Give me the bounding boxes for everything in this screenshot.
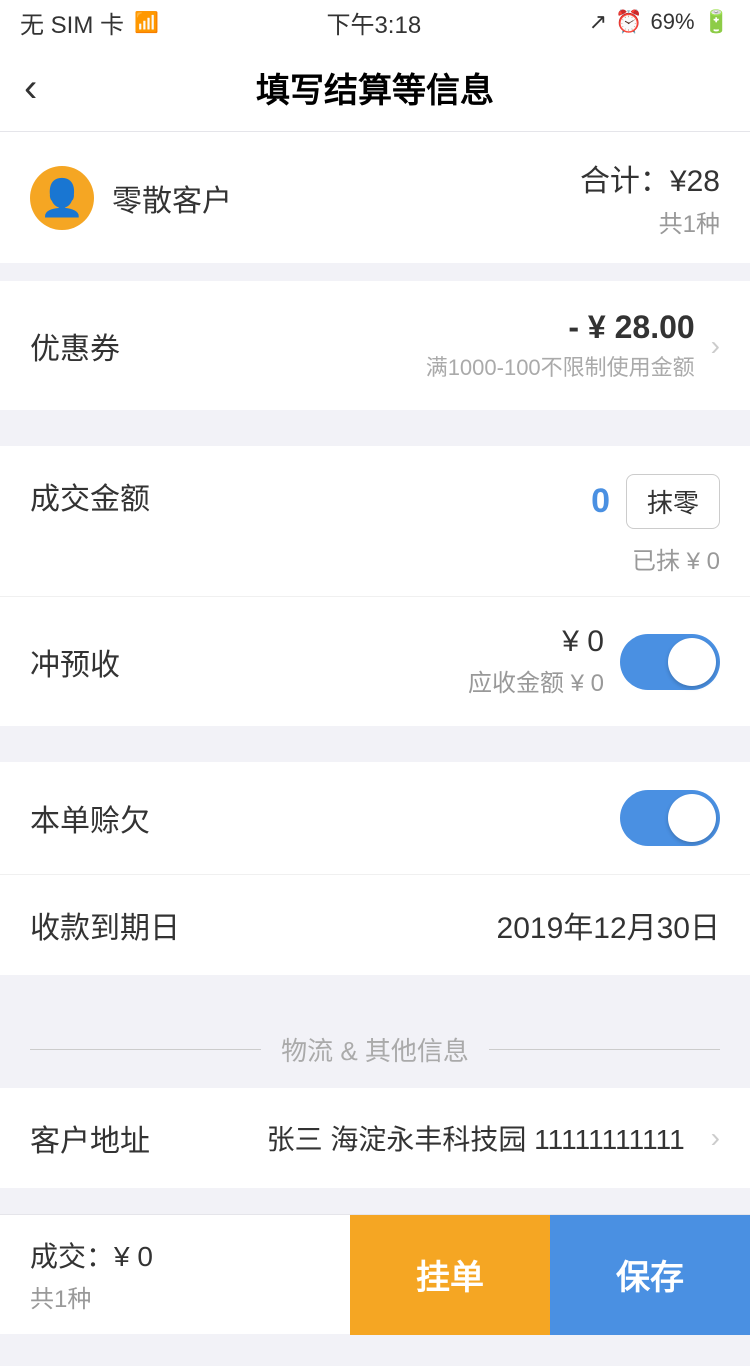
address-chevron-icon: › <box>711 1122 720 1154</box>
separator-3 <box>0 993 750 1011</box>
debt-label: 本单赊欠 <box>30 796 150 840</box>
address-value: 张三 海淀永丰科技园 11111111111 <box>267 1118 685 1158</box>
bottom-transaction: 成交：¥ 0 <box>30 1235 320 1275</box>
avatar: 👤 <box>30 166 94 230</box>
coupon-value-col: - ¥ 28.00 满1000-100不限制使用金额 <box>426 309 695 382</box>
address-label: 客户地址 <box>30 1116 150 1160</box>
page-title: 填写结算等信息 <box>256 63 494 112</box>
debt-toggle-thumb <box>668 794 716 842</box>
pre-receive-sub: 应收金额 ¥ 0 <box>468 663 604 698</box>
pending-button[interactable]: 挂单 <box>350 1215 550 1335</box>
customer-card: 👤 零散客户 合计：¥28 共1种 <box>0 132 750 263</box>
already-rounded-label: 已抹 ¥ 0 <box>632 541 720 576</box>
save-button[interactable]: 保存 <box>550 1215 750 1335</box>
transaction-amount-value[interactable]: 0 <box>550 482 610 521</box>
pre-receive-value: ¥ 0 <box>562 625 604 659</box>
round-button[interactable]: 抹零 <box>626 474 720 529</box>
debt-row: 本单赊欠 <box>0 762 750 875</box>
status-right: ↗ ⏰ 69% 🔋 <box>589 9 730 35</box>
customer-left: 👤 零散客户 <box>30 166 232 230</box>
coupon-label: 优惠券 <box>30 324 120 368</box>
bottom-transaction-label: 成交： <box>30 1241 114 1272</box>
pre-receive-right: ¥ 0 应收金额 ¥ 0 <box>468 625 720 698</box>
logistics-header-line: 物流 & 其他信息 <box>30 1031 720 1068</box>
status-bar: 无 SIM 卡 📶 下午3:18 ↗ ⏰ 69% 🔋 <box>0 0 750 44</box>
customer-summary: 合计：¥28 共1种 <box>580 156 720 239</box>
coupon-row[interactable]: 优惠券 - ¥ 28.00 满1000-100不限制使用金额 › <box>0 281 750 410</box>
coupon-value: - ¥ 28.00 <box>568 309 694 346</box>
total-count: 共1种 <box>580 204 720 239</box>
pre-receive-value-col: ¥ 0 应收金额 ¥ 0 <box>468 625 604 698</box>
user-icon: 👤 <box>40 177 85 219</box>
location-icon: ↗ <box>589 9 607 35</box>
coupon-right: - ¥ 28.00 满1000-100不限制使用金额 › <box>426 309 720 382</box>
logistics-header-text: 物流 & 其他信息 <box>281 1031 469 1068</box>
content: 👤 零散客户 合计：¥28 共1种 优惠券 - ¥ 28.00 满1000-10… <box>0 132 750 1188</box>
status-left: 无 SIM 卡 📶 <box>20 5 159 40</box>
nav-bar: ‹ 填写结算等信息 <box>0 44 750 132</box>
battery-label: 69% <box>651 9 695 35</box>
bottom-info: 成交：¥ 0 共1种 <box>0 1235 350 1314</box>
pre-receive-row: 冲预收 ¥ 0 应收金额 ¥ 0 <box>0 597 750 726</box>
coupon-subtext: 满1000-100不限制使用金额 <box>426 350 695 382</box>
due-date-label: 收款到期日 <box>30 903 180 947</box>
transaction-section: 成交金额 0 抹零 已抹 ¥ 0 冲预收 ¥ 0 应收金额 ¥ 0 <box>0 446 750 726</box>
pre-receive-label: 冲预收 <box>30 640 120 684</box>
battery-icon: 🔋 <box>703 9 730 35</box>
transaction-amount-label: 成交金额 <box>30 474 150 518</box>
separator-2 <box>0 744 750 762</box>
logistics-header: 物流 & 其他信息 <box>0 1011 750 1088</box>
address-row[interactable]: 客户地址 张三 海淀永丰科技园 11111111111 › <box>0 1088 750 1188</box>
separator-1 <box>0 428 750 446</box>
address-right: 张三 海淀永丰科技园 11111111111 › <box>267 1118 720 1158</box>
wifi-icon: 📶 <box>134 10 159 35</box>
debt-toggle[interactable] <box>620 790 720 846</box>
back-button[interactable]: ‹ <box>24 68 37 108</box>
time-label: 下午3:18 <box>326 5 421 40</box>
pre-receive-toggle[interactable] <box>620 634 720 690</box>
due-date-value: 2019年12月30日 <box>497 903 720 947</box>
toggle-thumb <box>668 638 716 686</box>
bottom-count: 共1种 <box>30 1279 320 1314</box>
alarm-icon: ⏰ <box>615 9 642 35</box>
address-section: 客户地址 张三 海淀永丰科技园 11111111111 › <box>0 1088 750 1188</box>
carrier-label: 无 SIM 卡 <box>20 5 124 40</box>
debt-section: 本单赊欠 收款到期日 2019年12月30日 <box>0 762 750 975</box>
bottom-bar: 成交：¥ 0 共1种 挂单 保存 <box>0 1214 750 1334</box>
customer-name: 零散客户 <box>112 176 232 220</box>
transaction-amount-row: 成交金额 0 抹零 已抹 ¥ 0 <box>0 446 750 597</box>
coupon-section: 优惠券 - ¥ 28.00 满1000-100不限制使用金额 › <box>0 281 750 410</box>
chevron-right-icon: › <box>711 330 720 362</box>
bottom-transaction-value: ¥ 0 <box>114 1241 153 1272</box>
due-date-row: 收款到期日 2019年12月30日 <box>0 875 750 975</box>
total-amount: 合计：¥28 <box>580 156 720 200</box>
